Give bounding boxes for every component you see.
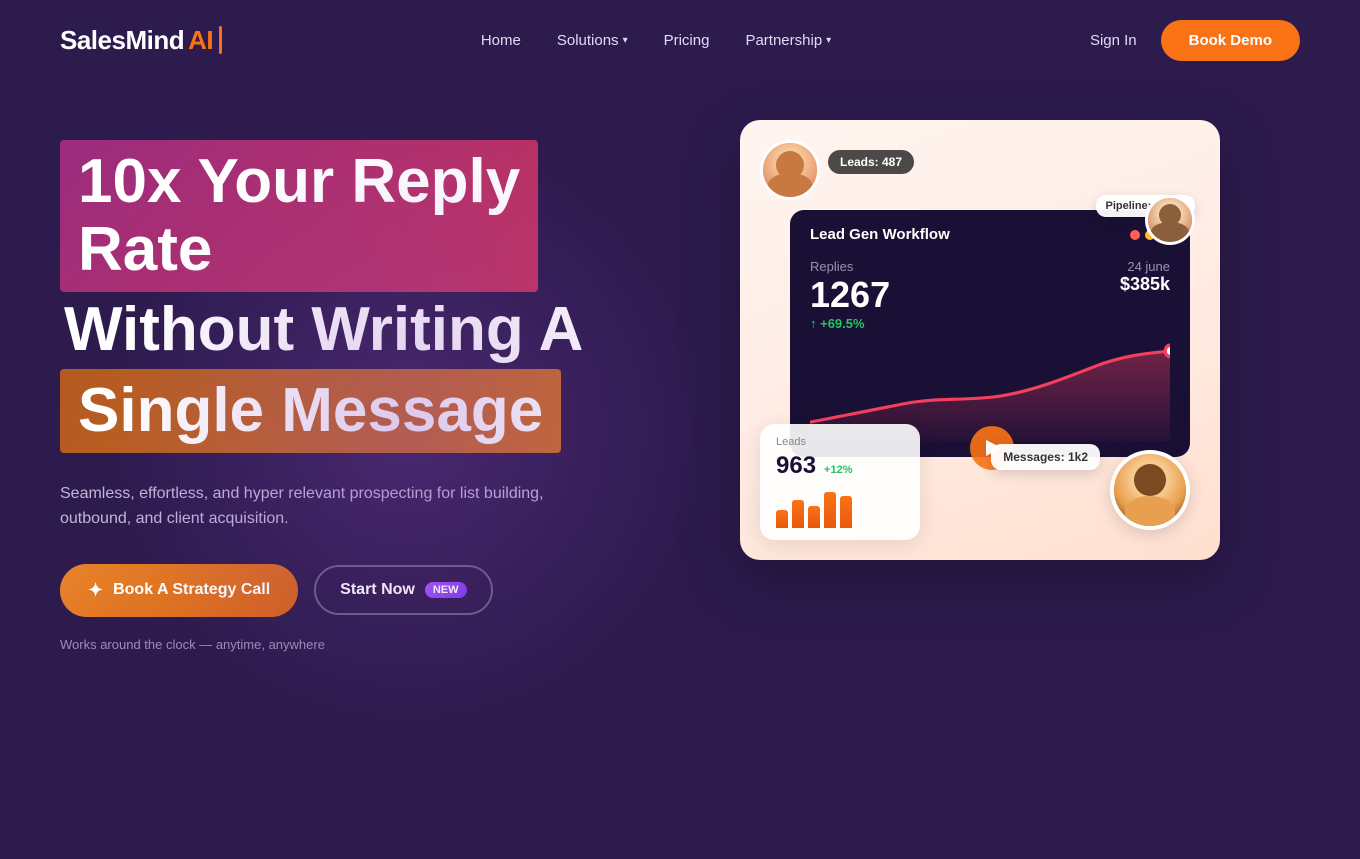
bar-5 xyxy=(840,496,852,528)
nav-solutions[interactable]: Solutions ▾ xyxy=(557,32,628,49)
pipeline-amount: $385k xyxy=(1120,274,1170,295)
nav-right: Sign In Book Demo xyxy=(1090,20,1300,61)
messages-bubble: Messages: 1k2 xyxy=(991,444,1100,470)
replies-row: Replies 1267 ↑ +69.5% 24 june $385k xyxy=(810,259,1170,331)
leads-mini-count: 963 xyxy=(776,452,816,480)
workflow-title: Lead Gen Workflow xyxy=(810,226,950,243)
pipeline-right: 24 june $385k xyxy=(1120,259,1170,295)
nav-home[interactable]: Home xyxy=(481,32,521,49)
replies-label: Replies xyxy=(810,259,890,274)
logo-cursor xyxy=(219,26,222,54)
logo[interactable]: SalesMind AI xyxy=(60,25,222,56)
avatar-bottom-right xyxy=(1110,450,1190,530)
logo-ai: AI xyxy=(188,25,213,56)
book-strategy-button[interactable]: ✦ Book A Strategy Call xyxy=(60,564,298,617)
hero-footnote: Works around the clock — anytime, anywhe… xyxy=(60,637,680,652)
headline-wrapper: 10x Your Reply Rate Without Writing A Si… xyxy=(60,140,680,481)
dot-red xyxy=(1130,230,1140,240)
leads-mini-growth: +12% xyxy=(824,464,852,476)
replies-growth: ↑ +69.5% xyxy=(810,316,890,331)
bar-2 xyxy=(792,500,804,528)
leads-bubble: Leads: 487 xyxy=(828,150,914,174)
mini-bars xyxy=(776,488,904,528)
start-now-button[interactable]: Start Now NEW xyxy=(314,565,492,615)
replies-count: 1267 xyxy=(810,274,890,316)
new-badge: NEW xyxy=(425,582,467,598)
leads-mini-label: Leads xyxy=(776,436,904,448)
headline-block-1: 10x Your Reply Rate xyxy=(60,140,538,292)
person2-avatar xyxy=(1148,198,1192,242)
leads-mini-card: Leads 963 +12% xyxy=(760,424,920,540)
cta-buttons: ✦ Book A Strategy Call Start Now NEW xyxy=(60,564,680,617)
bottom-row: Leads 963 +12% Messages: 1k2 xyxy=(760,424,1200,540)
hero-section: 10x Your Reply Rate Without Writing A Si… xyxy=(0,80,1360,652)
dashboard-card: Leads: 487 Lead Gen Workflow Replies 126… xyxy=(740,120,1220,560)
headline-block-3: Single Message xyxy=(60,369,561,453)
bar-3 xyxy=(808,506,820,528)
headline-line2: Without Writing A xyxy=(60,296,680,364)
sign-in-link[interactable]: Sign In xyxy=(1090,32,1137,49)
bar-1 xyxy=(776,510,788,528)
hero-subtitle: Seamless, effortless, and hyper relevant… xyxy=(60,481,580,532)
navbar: SalesMind AI Home Solutions ▾ Pricing Pa… xyxy=(0,0,1360,80)
bar-4 xyxy=(824,492,836,528)
date-label: 24 june xyxy=(1120,259,1170,274)
workflow-card: Lead Gen Workflow Replies 1267 ↑ +69.5% xyxy=(790,210,1190,457)
replies-left: Replies 1267 ↑ +69.5% xyxy=(810,259,890,331)
avatar-top-left xyxy=(760,140,820,200)
person1-avatar xyxy=(763,143,817,197)
nav-pricing[interactable]: Pricing xyxy=(664,32,710,49)
avatar-workflow xyxy=(1145,195,1195,245)
nav-links: Home Solutions ▾ Pricing Partnership ▾ xyxy=(481,32,831,49)
partnership-chevron-icon: ▾ xyxy=(826,35,831,46)
person3-avatar xyxy=(1114,454,1186,526)
headline-line1: 10x Your Reply Rate xyxy=(78,148,520,284)
logo-text: SalesMind xyxy=(60,25,184,56)
hero-left: 10x Your Reply Rate Without Writing A Si… xyxy=(60,120,680,652)
solutions-chevron-icon: ▾ xyxy=(623,35,628,46)
workflow-header: Lead Gen Workflow xyxy=(810,226,1170,243)
spark-icon: ✦ xyxy=(88,580,103,601)
book-demo-button[interactable]: Book Demo xyxy=(1161,20,1300,61)
nav-partnership[interactable]: Partnership ▾ xyxy=(745,32,831,49)
headline-line3: Single Message xyxy=(78,376,543,445)
hero-right: Leads: 487 Lead Gen Workflow Replies 126… xyxy=(740,120,1300,640)
